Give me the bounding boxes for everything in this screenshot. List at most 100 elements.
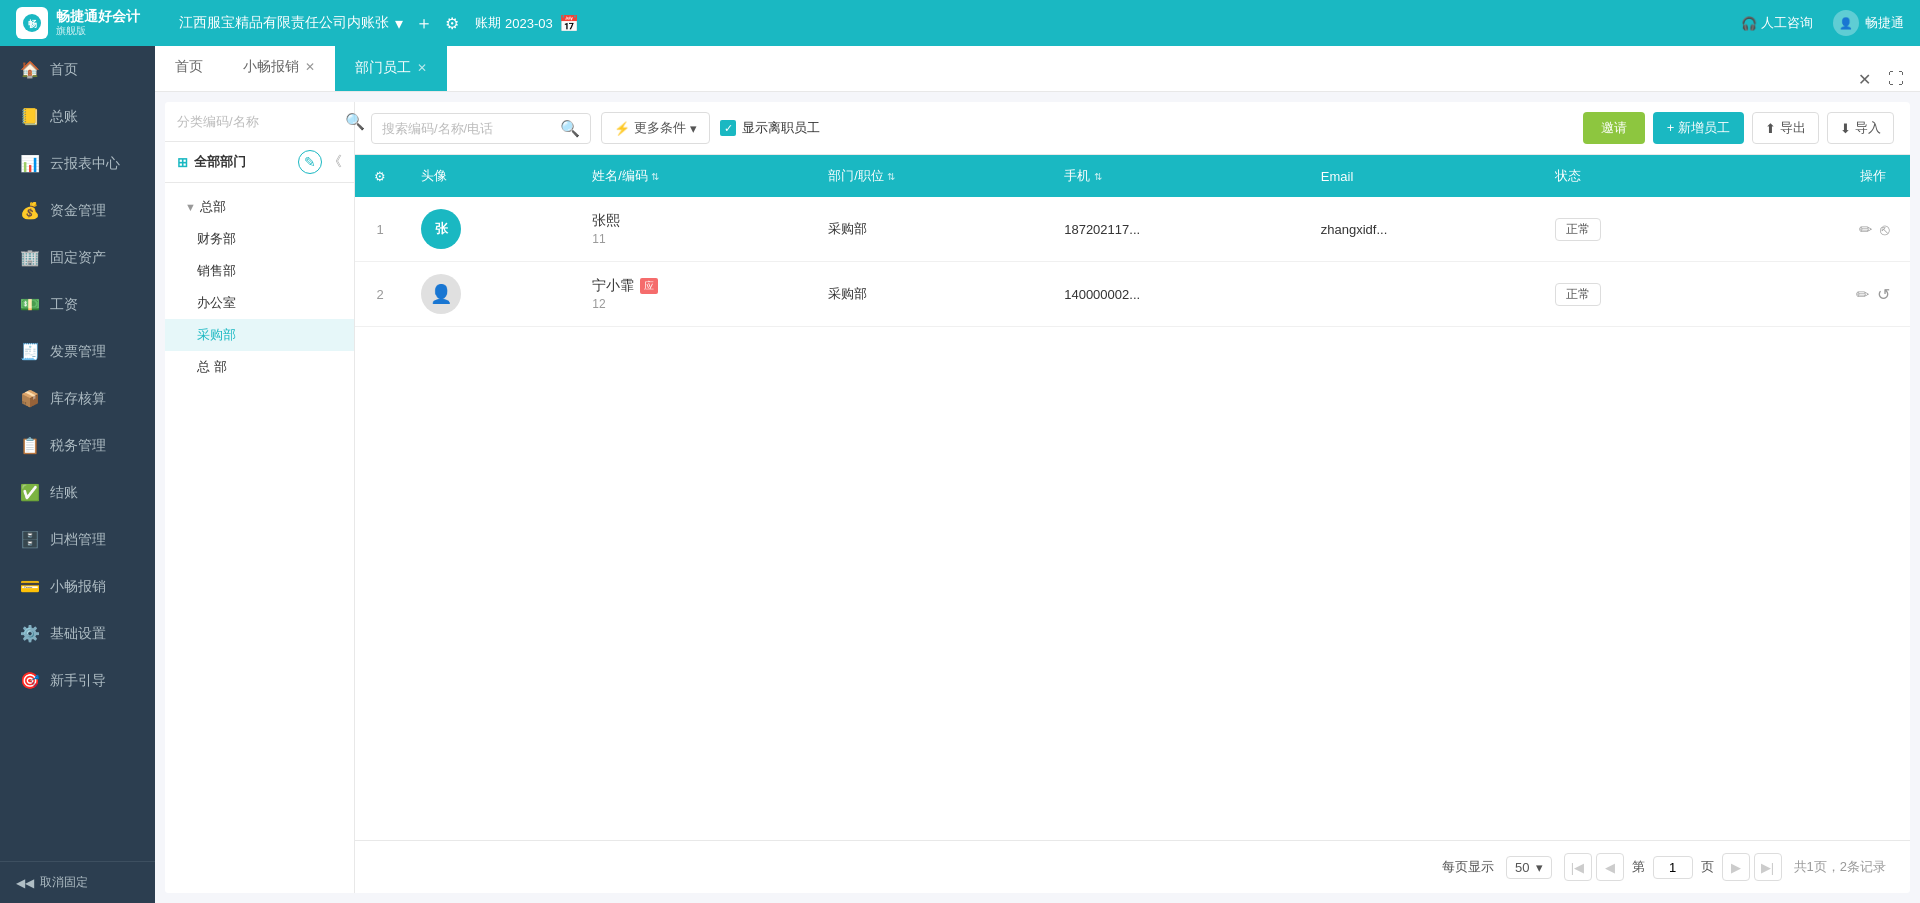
tree-item-office[interactable]: 办公室 (165, 287, 354, 319)
row-name-code: 张熙11 (576, 197, 812, 262)
phone-sort-icon[interactable]: ⇅ (1094, 171, 1102, 182)
top-header: 畅 畅捷通好会计 旗舰版 江西服宝精品有限责任公司内账张 ▾ ＋ ⚙ 账期 20… (0, 0, 1920, 46)
reports-icon: 📊 (20, 154, 40, 173)
sidebar-label-inventory: 库存核算 (50, 390, 106, 408)
prev-page-button[interactable]: ◀ (1596, 853, 1624, 881)
name-sort-icon[interactable]: ⇅ (651, 171, 659, 182)
employee-search-box[interactable]: 🔍 (371, 113, 591, 144)
tree-item-finance[interactable]: 财务部 (165, 223, 354, 255)
row-avatar-cell: 张 (405, 197, 576, 262)
logout-employee-button[interactable]: ⎋ (1880, 221, 1890, 239)
company-dropdown-icon[interactable]: ▾ (395, 14, 403, 33)
support-label: 人工咨询 (1761, 14, 1813, 32)
col-dept-position[interactable]: 部门/职位 ⇅ (812, 155, 1048, 197)
delete-employee-button[interactable]: ↺ (1877, 285, 1890, 304)
settings-icon[interactable]: ⚙ (445, 14, 459, 33)
sidebar-item-reports[interactable]: 📊 云报表中心 (0, 140, 155, 187)
invite-button[interactable]: 邀请 (1583, 112, 1645, 144)
row-email (1305, 262, 1539, 327)
sidebar-item-archive[interactable]: 🗄️ 归档管理 (0, 516, 155, 563)
col-avatar: 头像 (405, 155, 576, 197)
row-email: zhangxidf... (1305, 197, 1539, 262)
sidebar-item-settings[interactable]: ⚙️ 基础设置 (0, 610, 155, 657)
tree-item-headquarters[interactable]: ▼ 总部 (165, 191, 354, 223)
sidebar-item-tax[interactable]: 📋 税务管理 (0, 422, 155, 469)
sidebar-item-general-ledger[interactable]: 📒 总账 (0, 93, 155, 140)
employee-tag: 应 (640, 278, 658, 294)
home-icon: 🏠 (20, 60, 40, 79)
content-area: 首页 小畅报销 ✕ 部门员工 ✕ ✕ ⛶ 🔍 (155, 46, 1920, 903)
add-employee-button[interactable]: + 新增员工 (1653, 112, 1744, 144)
sidebar-item-salary[interactable]: 💵 工资 (0, 281, 155, 328)
filter-button[interactable]: ⚡ 更多条件 ▾ (601, 112, 710, 144)
logo-title: 畅捷通好会计 (56, 8, 140, 25)
tab-close-button[interactable]: ✕ (1852, 67, 1876, 91)
tab-expand-button[interactable]: ⛶ (1884, 67, 1908, 91)
employee-code: 12 (592, 297, 796, 311)
first-page-button[interactable]: |◀ (1564, 853, 1592, 881)
right-content: 🔍 ⚡ 更多条件 ▾ ✓ 显示离职员工 邀请 + 新增员工 (355, 102, 1910, 893)
tab-home[interactable]: 首页 (155, 46, 223, 91)
sidebar-item-home[interactable]: 🏠 首页 (0, 46, 155, 93)
ledger-icon: 📒 (20, 107, 40, 126)
col-phone[interactable]: 手机 ⇅ (1048, 155, 1305, 197)
avatar: 👤 (1833, 10, 1859, 36)
all-dept-label: ⊞ 全部部门 (177, 153, 298, 171)
user-area[interactable]: 👤 畅捷通 (1833, 10, 1904, 36)
table-settings-icon[interactable]: ⚙ (374, 169, 386, 184)
tree-search-input[interactable] (177, 114, 345, 129)
edit-employee-button[interactable]: ✏ (1856, 285, 1869, 304)
sidebar-item-close[interactable]: ✅ 结账 (0, 469, 155, 516)
tree-item-sales[interactable]: 销售部 (165, 255, 354, 287)
add-icon[interactable]: ＋ (415, 11, 433, 35)
company-name[interactable]: 江西服宝精品有限责任公司内账张 (179, 14, 389, 32)
page-number-input[interactable]: 1 (1653, 856, 1693, 879)
avatar-placeholder: 👤 (421, 274, 461, 314)
col-status: 状态 (1539, 155, 1724, 197)
show-resigned-toggle[interactable]: ✓ 显示离职员工 (720, 119, 820, 137)
total-records: 共1页，2条记录 (1794, 858, 1886, 876)
filter-dropdown-icon: ▾ (690, 121, 697, 136)
headset-icon: 🎧 (1741, 16, 1757, 31)
col-email: Email (1305, 155, 1539, 197)
import-button[interactable]: ⬇ 导入 (1827, 112, 1894, 144)
tab-expense-close-icon[interactable]: ✕ (305, 60, 315, 74)
filter-icon: ⚡ (614, 121, 630, 136)
tab-expense[interactable]: 小畅报销 ✕ (223, 46, 335, 91)
per-page-select[interactable]: 50 ▾ (1506, 856, 1551, 879)
tree-search-area: 🔍 (165, 102, 354, 142)
sidebar-label-tax: 税务管理 (50, 437, 106, 455)
next-page-button[interactable]: ▶ (1722, 853, 1750, 881)
dept-sort-icon[interactable]: ⇅ (887, 171, 895, 182)
toolbar-right: 邀请 + 新增员工 ⬆ 导出 ⬇ 导入 (1583, 112, 1894, 144)
sidebar-item-guide[interactable]: 🎯 新手引导 (0, 657, 155, 704)
last-page-button[interactable]: ▶| (1754, 853, 1782, 881)
tree-item-general[interactable]: 总 部 (165, 351, 354, 383)
sidebar-item-fixed-assets[interactable]: 🏢 固定资产 (0, 234, 155, 281)
search-icon[interactable]: 🔍 (560, 119, 580, 138)
calendar-icon[interactable]: 📅 (559, 14, 579, 33)
row-dept: 采购部 (812, 197, 1048, 262)
sidebar-item-expense[interactable]: 💳 小畅报销 (0, 563, 155, 610)
sidebar-item-invoice[interactable]: 🧾 发票管理 (0, 328, 155, 375)
logo-area: 畅 畅捷通好会计 旗舰版 (16, 7, 171, 39)
collapse-tree-button[interactable]: 《 (328, 153, 342, 171)
sidebar-item-inventory[interactable]: 📦 库存核算 (0, 375, 155, 422)
support-button[interactable]: 🎧 人工咨询 (1741, 14, 1813, 32)
sidebar-item-funds[interactable]: 💰 资金管理 (0, 187, 155, 234)
export-button[interactable]: ⬆ 导出 (1752, 112, 1819, 144)
col-name-code[interactable]: 姓名/编码 ⇅ (576, 155, 812, 197)
show-resigned-checkbox[interactable]: ✓ (720, 120, 736, 136)
row-phone: 187202117... (1048, 197, 1305, 262)
table-row: 1张张熙11采购部187202117...zhangxidf...正常✏⎋ (355, 197, 1910, 262)
inventory-icon: 📦 (20, 389, 40, 408)
employee-search-input[interactable] (382, 121, 560, 136)
tab-dept-employee[interactable]: 部门员工 ✕ (335, 46, 447, 91)
col-operations: 操作 (1724, 155, 1910, 197)
sidebar-label-fixed-assets: 固定资产 (50, 249, 106, 267)
tab-dept-close-icon[interactable]: ✕ (417, 61, 427, 75)
unpin-button[interactable]: ◀◀ 取消固定 (0, 861, 155, 903)
edit-dept-button[interactable]: ✎ (298, 150, 322, 174)
tree-item-purchase[interactable]: 采购部 (165, 319, 354, 351)
edit-employee-button[interactable]: ✏ (1859, 220, 1872, 239)
